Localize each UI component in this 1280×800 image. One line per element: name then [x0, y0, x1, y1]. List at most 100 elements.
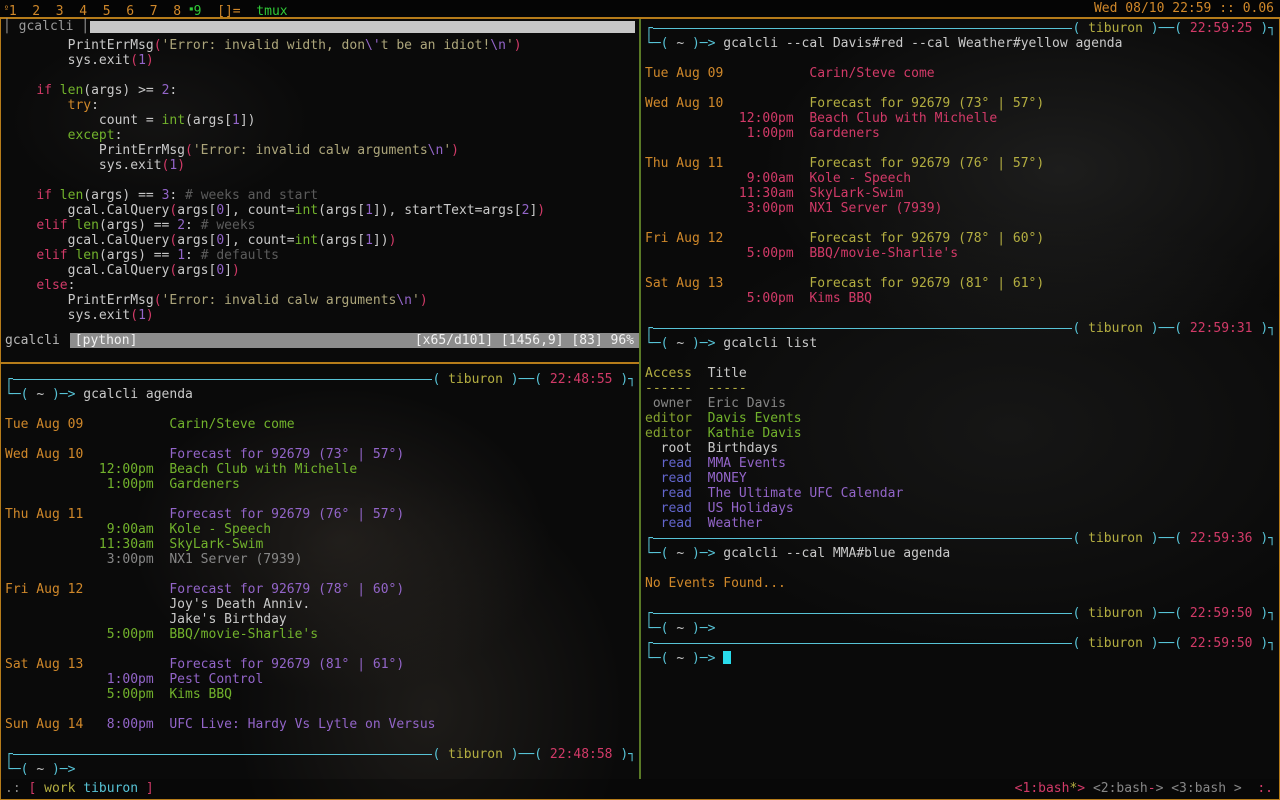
prompt-cwd: ~	[676, 651, 685, 666]
screen-caption: .: [ work tiburon ]	[5, 781, 154, 796]
left-terminal[interactable]: ┌( tiburon )──( 22:48:55 )┐ └─( ~ )─> gca…	[1, 364, 639, 779]
prompt-rule	[652, 328, 1073, 329]
left-column: │ gcalcli │ PrintErrMsg('Error: invalid …	[1, 19, 639, 779]
terminal-line: if len(args) == 3: # weeks and start	[36, 188, 319, 203]
prompt-host: tiburon	[448, 747, 503, 762]
command-text: gcalcli --cal MMA#blue agenda	[723, 546, 951, 561]
terminal-line: sys.exit(1)	[5, 158, 186, 173]
prompt-header-line: ┌( tiburon )──( 22:48:55 )┐	[5, 372, 636, 387]
terminal-line: count = int(args[1])	[5, 113, 256, 128]
terminal-line: 12:00pm Beach Club with Michelle	[5, 462, 358, 477]
terminal-line: Thu Aug 11 Forecast for 92679 (76° | 57°…	[645, 156, 1045, 171]
prompt-host: tiburon	[1088, 606, 1143, 621]
terminal-line: 1:00pm Pest Control	[5, 672, 264, 687]
vim-pane[interactable]: │ gcalcli │ PrintErrMsg('Error: invalid …	[1, 19, 639, 362]
prompt-rule	[652, 538, 1073, 539]
prompt-time: 22:59:36	[1189, 531, 1253, 546]
prompt-command-line: └─( ~ )─> gcalcli --cal MMA#blue agenda	[645, 546, 951, 561]
terminal-line: 1:00pm Gardeners	[5, 477, 240, 492]
prompt-header-line: ┌( tiburon )──( 22:48:58 )┐	[5, 747, 636, 762]
prompt-header-line: ┌( tiburon )──( 22:59:50 )┐	[645, 606, 1276, 621]
terminal-line: Thu Aug 11 Forecast for 92679 (76° | 57°…	[5, 507, 405, 522]
terminal-line: Wed Aug 10 Forecast for 92679 (73° | 57°…	[645, 96, 1045, 111]
terminal-line: 5:00pm BBQ/movie-Sharlie's	[645, 246, 959, 261]
clock: Wed 08/10 22:59 :: 0.06	[1093, 1, 1274, 16]
terminal-line: owner Eric Davis	[645, 396, 786, 411]
prompt-cwd: ~	[36, 387, 45, 402]
terminal-line: elif len(args) == 1: # defaults	[36, 248, 279, 263]
prompt-cwd: ~	[676, 336, 685, 351]
prompt-header-line: ┌( tiburon )──( 22:59:31 )┐	[645, 321, 1276, 336]
terminal-line: Fri Aug 12 Forecast for 92679 (78° | 60°…	[645, 231, 1045, 246]
prompt-header-line: ┌( tiburon )──( 22:59:36 )┐	[645, 531, 1276, 546]
prompt-cwd: ~	[36, 762, 45, 777]
terminal-line: Sat Aug 13 Forecast for 92679 (81° | 61°…	[645, 276, 1045, 291]
terminal-line: if len(args) >= 2:	[36, 83, 178, 98]
right-terminal[interactable]: ┌( tiburon )──( 22:59:25 )┐ └─( ~ )─> gca…	[641, 19, 1279, 779]
terminal-line: editor Davis Events	[645, 411, 802, 426]
terminal-line: 3:00pm NX1 Server (7939)	[5, 552, 303, 567]
terminal-line: PrintErrMsg('Error: invalid calw argumen…	[5, 293, 428, 308]
terminal-screen: º1 2 3 4 5 6 7 8 ▪9 []= tmux Wed 08/10 2…	[0, 0, 1280, 800]
vim-position-info: [x65/d101] [1456,9] [83] 96%	[414, 333, 634, 348]
terminal-line: 9:00am Kole - Speech	[5, 522, 272, 537]
prompt-time: 22:59:50	[1189, 606, 1253, 621]
command-text: gcalcli list	[723, 336, 818, 351]
prompt-rule	[652, 613, 1073, 614]
terminal-line: PrintErrMsg('Error: invalid calw argumen…	[5, 143, 459, 158]
terminal-line: 1:00pm Gardeners	[645, 126, 880, 141]
terminal-line: 5:00pm BBQ/movie-Sharlie's	[5, 627, 319, 642]
terminal-line: else:	[36, 278, 76, 293]
terminal-line: ------ -----	[645, 381, 747, 396]
terminal-line: gcal.CalQuery(args[0], count=int(args[1]…	[5, 203, 546, 218]
terminal-line: gcal.CalQuery(args[0])	[5, 263, 240, 278]
terminal-frame: │ gcalcli │ PrintErrMsg('Error: invalid …	[0, 18, 1280, 800]
screen-window-list[interactable]: <1:bash*> <2:bash-> <3:bash > :.	[1015, 779, 1273, 799]
tmux-window-list[interactable]: º1 2 3 4 5 6 7 8 ▪9 []= tmux	[4, 0, 288, 20]
prompt-cwd: ~	[676, 36, 685, 51]
terminal-line: except:	[67, 128, 123, 143]
terminal-line: read Weather	[645, 516, 763, 531]
terminal-line: Wed Aug 10 Forecast for 92679 (73° | 57°…	[5, 447, 405, 462]
prompt-rule	[652, 28, 1073, 29]
terminal-line: 5:00pm Kims BBQ	[5, 687, 232, 702]
terminal-line: Joy's Death Anniv.	[5, 597, 311, 612]
prompt-command-line: └─( ~ )─> gcalcli list	[645, 336, 818, 351]
terminal-line: Fri Aug 12 Forecast for 92679 (78° | 60°…	[5, 582, 405, 597]
terminal-line: Jake's Birthday	[5, 612, 287, 627]
terminal-line: read The Ultimate UFC Calendar	[645, 486, 904, 501]
vim-tabline-fill	[90, 20, 635, 33]
tmux-status-bar: º1 2 3 4 5 6 7 8 ▪9 []= tmux Wed 08/10 2…	[0, 0, 1280, 20]
prompt-command-line: └─( ~ )─>	[5, 762, 84, 777]
prompt-time: 22:48:55	[549, 372, 613, 387]
terminal-line: sys.exit(1)	[5, 53, 154, 68]
prompt-cwd: ~	[676, 546, 685, 561]
vim-buffer[interactable]: PrintErrMsg('Error: invalid width, don\'…	[1, 38, 639, 323]
vim-statusbar: [python] [x65/d101] [1456,9] [83] 96%	[69, 333, 639, 348]
prompt-host: tiburon	[1088, 636, 1143, 651]
terminal-line: read MMA Events	[645, 456, 786, 471]
prompt-time: 22:59:50	[1189, 636, 1253, 651]
prompt-command-line: └─( ~ )─> gcalcli --cal Davis#red --cal …	[645, 36, 1123, 51]
command-text: gcalcli --cal Davis#red --cal Weather#ye…	[723, 36, 1123, 51]
prompt-command-line: └─( ~ )─> gcalcli agenda	[5, 387, 193, 402]
prompt-time: 22:59:25	[1189, 21, 1253, 36]
prompt-rule	[12, 379, 433, 380]
vim-tab[interactable]: │ gcalcli │	[3, 19, 89, 34]
prompt-command-line: └─( ~ )─>	[645, 621, 724, 636]
terminal-line: 3:00pm NX1 Server (7939)	[645, 201, 943, 216]
terminal-line: No Events Found...	[645, 576, 786, 591]
terminal-line: read US Holidays	[645, 501, 794, 516]
terminal-line: read MONEY	[645, 471, 747, 486]
